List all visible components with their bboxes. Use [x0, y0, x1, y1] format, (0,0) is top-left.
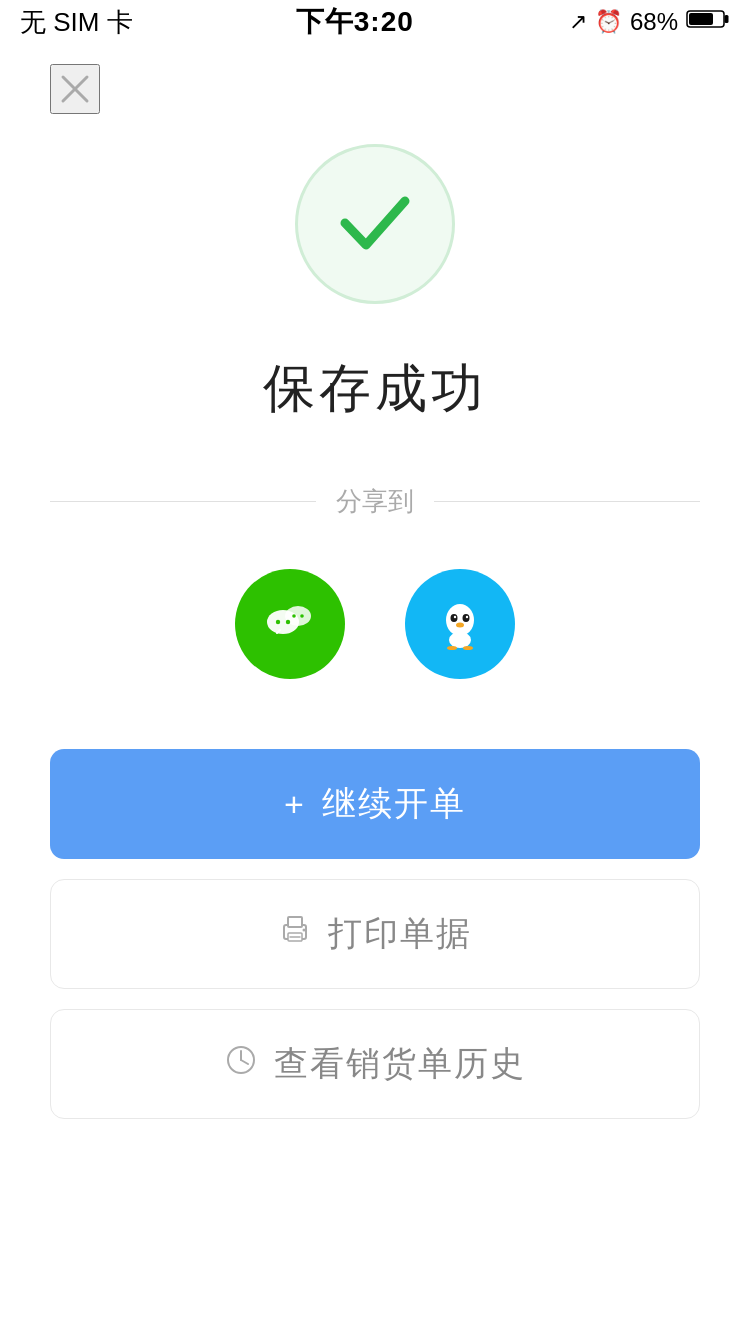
- share-icons-row: [235, 569, 515, 679]
- success-indicator: [295, 144, 455, 304]
- print-label: 打印单据: [328, 911, 472, 957]
- svg-point-19: [463, 646, 473, 650]
- success-title: 保存成功: [263, 354, 487, 424]
- svg-point-13: [463, 614, 470, 622]
- svg-point-17: [449, 632, 471, 648]
- location-icon: ↗: [569, 9, 587, 35]
- share-divider: 分享到: [50, 484, 700, 519]
- svg-rect-1: [724, 15, 728, 23]
- alarm-icon: ⏰: [595, 9, 622, 35]
- divider-line-right: [434, 501, 700, 502]
- battery-icon: [686, 8, 730, 36]
- clock-icon: [224, 1043, 258, 1085]
- status-left: 无 SIM 卡: [20, 5, 141, 40]
- svg-point-8: [286, 620, 290, 624]
- history-button[interactable]: 查看销货单历史: [50, 1009, 700, 1119]
- share-wechat-button[interactable]: [235, 569, 345, 679]
- action-buttons: + 继续开单 打印单据: [50, 749, 700, 1119]
- continue-button[interactable]: + 继续开单: [50, 749, 700, 859]
- battery-percent: 68%: [630, 8, 678, 36]
- continue-label: 继续开单: [322, 781, 466, 827]
- close-button[interactable]: [50, 64, 100, 114]
- svg-rect-21: [288, 917, 302, 927]
- status-bar: 无 SIM 卡 下午3:20 ↗ ⏰ 68%: [0, 0, 750, 44]
- svg-point-9: [292, 614, 296, 618]
- status-time: 下午3:20: [296, 3, 414, 41]
- share-qq-button[interactable]: [405, 569, 515, 679]
- checkmark-icon: [330, 177, 420, 271]
- svg-point-10: [300, 614, 304, 618]
- print-icon: [278, 913, 312, 955]
- share-label: 分享到: [336, 484, 414, 519]
- svg-point-7: [276, 620, 280, 624]
- svg-point-14: [454, 616, 456, 618]
- plus-icon: +: [284, 785, 306, 824]
- history-label: 查看销货单历史: [274, 1041, 526, 1087]
- svg-point-18: [447, 646, 457, 650]
- svg-point-24: [303, 929, 306, 932]
- svg-point-15: [466, 616, 468, 618]
- svg-point-11: [446, 604, 474, 636]
- svg-point-12: [451, 614, 458, 622]
- no-sim-label: 无 SIM 卡: [20, 5, 133, 40]
- divider-line-left: [50, 501, 316, 502]
- main-content: 保存成功 分享到: [0, 44, 750, 1334]
- svg-line-27: [241, 1060, 248, 1064]
- print-button[interactable]: 打印单据: [50, 879, 700, 989]
- status-right: ↗ ⏰ 68%: [569, 8, 730, 36]
- svg-point-16: [456, 623, 464, 628]
- svg-rect-2: [689, 13, 713, 25]
